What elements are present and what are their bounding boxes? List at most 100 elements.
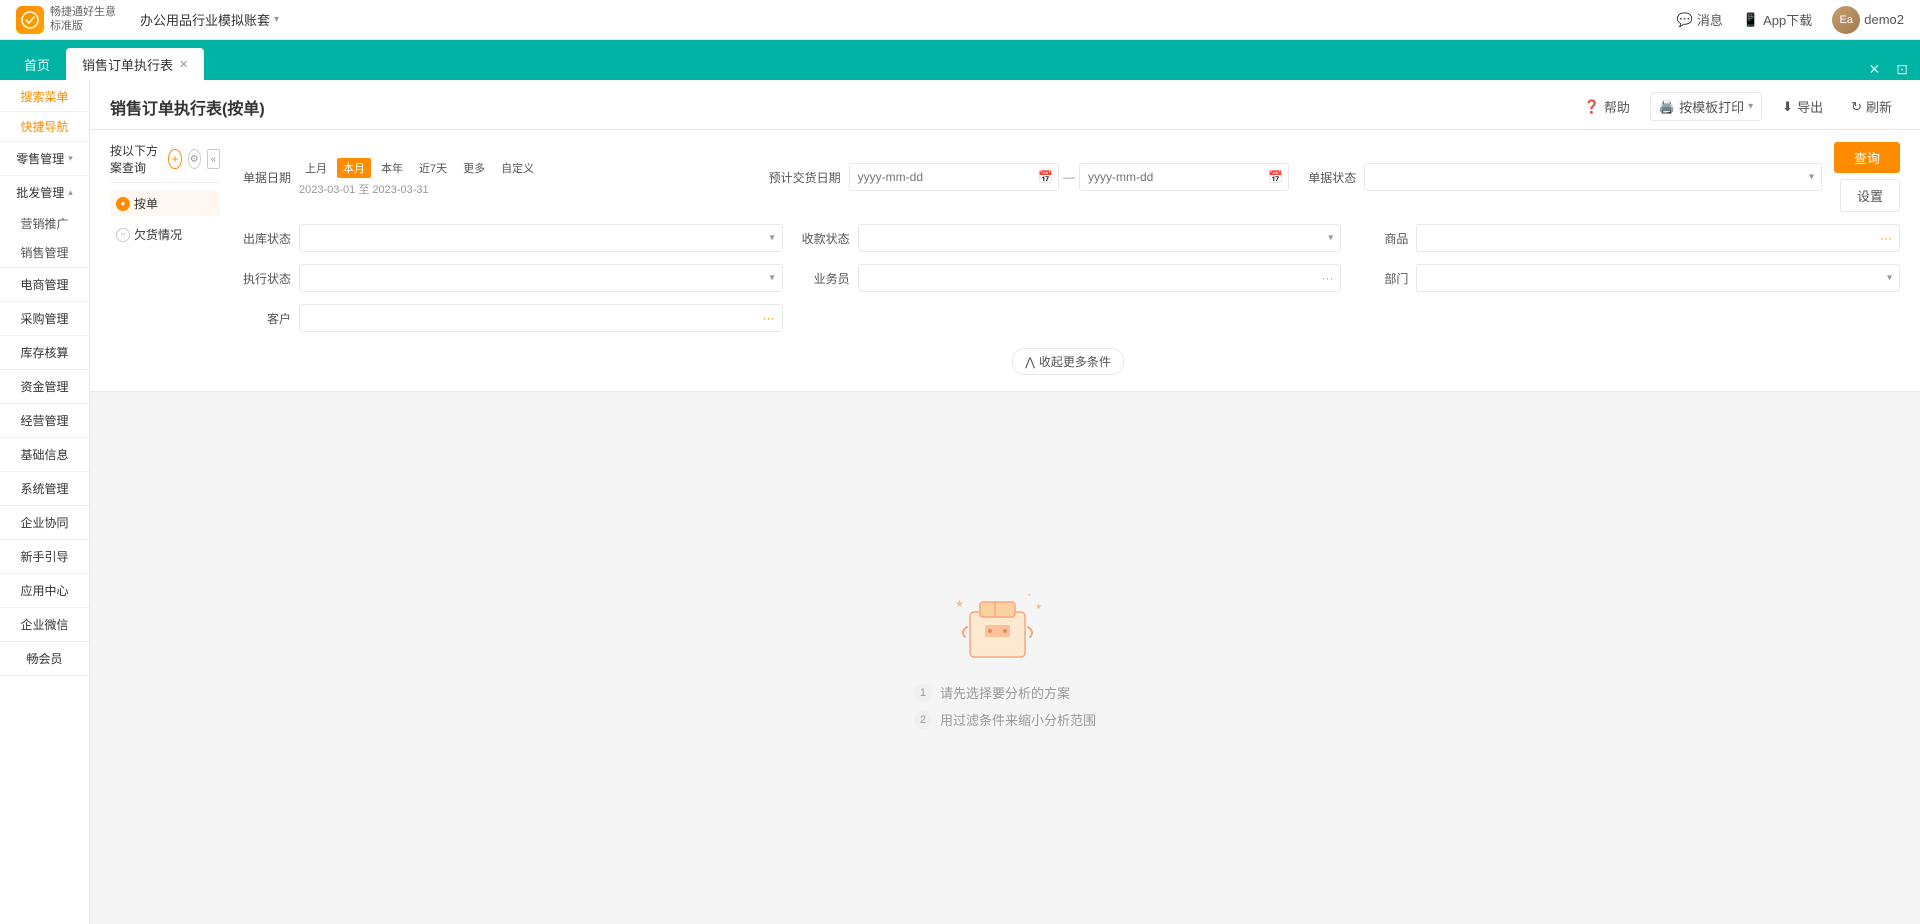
out-status-select[interactable]	[299, 224, 783, 252]
receipt-status-select-wrap	[858, 224, 1342, 252]
sidebar-item-finance[interactable]: 资金管理	[0, 370, 89, 404]
print-icon: 🖨️	[1659, 99, 1675, 115]
scheme-header: 按以下方案查询 + ⚙ «	[110, 142, 220, 183]
date-btn-lastmonth[interactable]: 上月	[299, 158, 333, 178]
sidebar-item-wechat[interactable]: 企业微信	[0, 608, 89, 642]
filter-fields: 单据日期 上月 本月 本年 近7天 更多 自定义	[236, 142, 1900, 379]
breadcrumb[interactable]: 办公用品行业模拟账套 ▾	[140, 10, 279, 29]
expected-date-to-wrap: 📅	[1079, 163, 1289, 191]
receipt-status-select[interactable]	[858, 224, 1342, 252]
tab-close-icon[interactable]: ✕	[179, 58, 188, 71]
scheme-active-icon: ●	[116, 197, 130, 211]
sidebar-item-cooperation[interactable]: 企业协同	[0, 506, 89, 540]
customer-input[interactable]	[299, 304, 783, 332]
logo-area: 畅捷通好生意 标准版	[16, 6, 116, 34]
search-button[interactable]: 查询	[1834, 142, 1900, 173]
sidebar-item-newuser[interactable]: 新手引导	[0, 540, 89, 574]
app-download-button[interactable]: 📱 App下载	[1743, 10, 1812, 29]
salesperson-input-wrap: ···	[858, 264, 1342, 292]
settings-button[interactable]: 设置	[1840, 179, 1900, 212]
expected-date-range: 📅 — 📅	[849, 163, 1290, 191]
sidebar-item-operation[interactable]: 经营管理	[0, 404, 89, 438]
scheme-item-andan[interactable]: ● 按单	[110, 191, 220, 216]
sidebar-item-inventory[interactable]: 库存核算	[0, 336, 89, 370]
expected-date-from-input[interactable]	[849, 163, 1059, 191]
date-label: 单据日期	[236, 169, 291, 186]
sidebar-item-member[interactable]: 畅会员	[0, 642, 89, 676]
out-status-select-wrap	[299, 224, 783, 252]
goods-input[interactable]	[1416, 224, 1900, 252]
filter-expected-date-field: 预计交货日期 📅 — 📅	[769, 163, 1290, 191]
breadcrumb-dropdown-icon[interactable]: ▾	[274, 14, 279, 25]
scheme-list: ● 按单 ○ 欠货情况	[110, 191, 220, 247]
empty-state: ★ ★ ✦ 1 请先选择要分析的方案 2 用过滤条件来缩小分析范围	[914, 587, 1096, 729]
sidebar-group-wholesale: 批发管理 ▴ 营销推广 销售管理	[0, 176, 89, 268]
collapse-button[interactable]: ⋀ 收起更多条件	[1012, 348, 1124, 375]
department-select[interactable]	[1416, 264, 1900, 292]
tab-home-label: 首页	[24, 55, 50, 74]
sidebar-quicknav[interactable]: 快捷导航	[0, 112, 89, 142]
doc-status-select[interactable]	[1364, 163, 1822, 191]
date-btn-thismonth[interactable]: 本月	[337, 158, 371, 178]
retail-arrow-icon: ▾	[68, 153, 73, 164]
empty-step-2: 2 用过滤条件来缩小分析范围	[914, 710, 1096, 729]
filter-department-field: 部门	[1353, 264, 1900, 292]
customer-input-wrap: ···	[299, 304, 783, 332]
sidebar-item-marketing[interactable]: 营销推广	[0, 209, 89, 238]
collapse-more-area: ⋀ 收起更多条件	[236, 340, 1900, 379]
exec-status-select-wrap	[299, 264, 783, 292]
date-btn-more[interactable]: 更多	[457, 158, 491, 178]
filter-goods-field: 商品 ···	[1353, 224, 1900, 252]
sidebar-search[interactable]: 搜索菜单	[0, 80, 89, 112]
date-btn-7days[interactable]: 近7天	[413, 158, 453, 178]
help-icon: ❓	[1584, 99, 1600, 115]
expected-date-to-input[interactable]	[1079, 163, 1289, 191]
date-btn-custom[interactable]: 自定义	[495, 158, 540, 178]
filter-customer-field: 客户 ···	[236, 304, 783, 332]
message-button[interactable]: 💬 消息	[1677, 10, 1723, 29]
scheme-collapse-button[interactable]: «	[207, 149, 220, 169]
top-header: 畅捷通好生意 标准版 办公用品行业模拟账套 ▾ 💬 消息 📱 App下载 Ea …	[0, 0, 1920, 40]
sidebar-wholesale-header[interactable]: 批发管理 ▴	[0, 176, 89, 209]
salesperson-input[interactable]	[858, 264, 1342, 292]
main-layout: 搜索菜单 快捷导航 零售管理 ▾ 批发管理 ▴ 营销推广 销售管理 电商管理 采…	[0, 80, 1920, 924]
department-label: 部门	[1353, 270, 1408, 287]
scheme-add-button[interactable]: +	[168, 149, 181, 169]
wholesale-arrow-icon: ▴	[68, 187, 73, 198]
tab-restore-icon[interactable]: ⊡	[1892, 59, 1912, 80]
logo-icon	[16, 6, 44, 34]
sidebar-item-sales[interactable]: 销售管理	[0, 238, 89, 267]
date-btn-thisyear[interactable]: 本年	[375, 158, 409, 178]
export-button[interactable]: ⬇ 导出	[1774, 93, 1831, 120]
calendar-to-icon: 📅	[1268, 170, 1283, 184]
refresh-button[interactable]: ↻ 刷新	[1843, 93, 1900, 120]
sidebar-item-appstore[interactable]: 应用中心	[0, 574, 89, 608]
tab-sales-order[interactable]: 销售订单执行表 ✕	[66, 48, 204, 80]
goods-trigger-icon[interactable]: ···	[1876, 231, 1896, 245]
tab-close-window-icon[interactable]: ✕	[1865, 59, 1885, 80]
sidebar-item-purchase[interactable]: 采购管理	[0, 302, 89, 336]
sidebar: 搜索菜单 快捷导航 零售管理 ▾ 批发管理 ▴ 营销推广 销售管理 电商管理 采…	[0, 80, 90, 924]
user-menu[interactable]: Ea demo2	[1832, 6, 1904, 34]
sidebar-item-basic[interactable]: 基础信息	[0, 438, 89, 472]
out-status-label: 出库状态	[236, 230, 291, 247]
help-button[interactable]: ❓ 帮助	[1576, 93, 1638, 120]
scheme-secondary-icon: ○	[116, 228, 130, 242]
tab-sales-order-label: 销售订单执行表	[82, 55, 173, 74]
sidebar-retail-header[interactable]: 零售管理 ▾	[0, 142, 89, 175]
exec-status-select[interactable]	[299, 264, 783, 292]
salesperson-trigger-icon[interactable]: ···	[1317, 271, 1337, 285]
customer-trigger-icon[interactable]: ···	[759, 311, 779, 325]
filter-salesperson-field: 业务员 ···	[795, 264, 1342, 292]
tab-home[interactable]: 首页	[8, 48, 66, 80]
empty-steps: 1 请先选择要分析的方案 2 用过滤条件来缩小分析范围	[914, 683, 1096, 729]
print-button[interactable]: 🖨️ 按模板打印 ▾	[1650, 92, 1762, 121]
empty-box-icon: ★ ★ ✦	[955, 587, 1055, 667]
sidebar-item-system[interactable]: 系统管理	[0, 472, 89, 506]
message-icon: 💬	[1677, 12, 1693, 28]
scheme-item-qianhuo[interactable]: ○ 欠货情况	[110, 222, 220, 247]
salesperson-label: 业务员	[795, 270, 850, 287]
sidebar-item-ecommerce[interactable]: 电商管理	[0, 268, 89, 302]
scheme-settings-button[interactable]: ⚙	[188, 149, 201, 169]
sidebar-group-retail: 零售管理 ▾	[0, 142, 89, 176]
